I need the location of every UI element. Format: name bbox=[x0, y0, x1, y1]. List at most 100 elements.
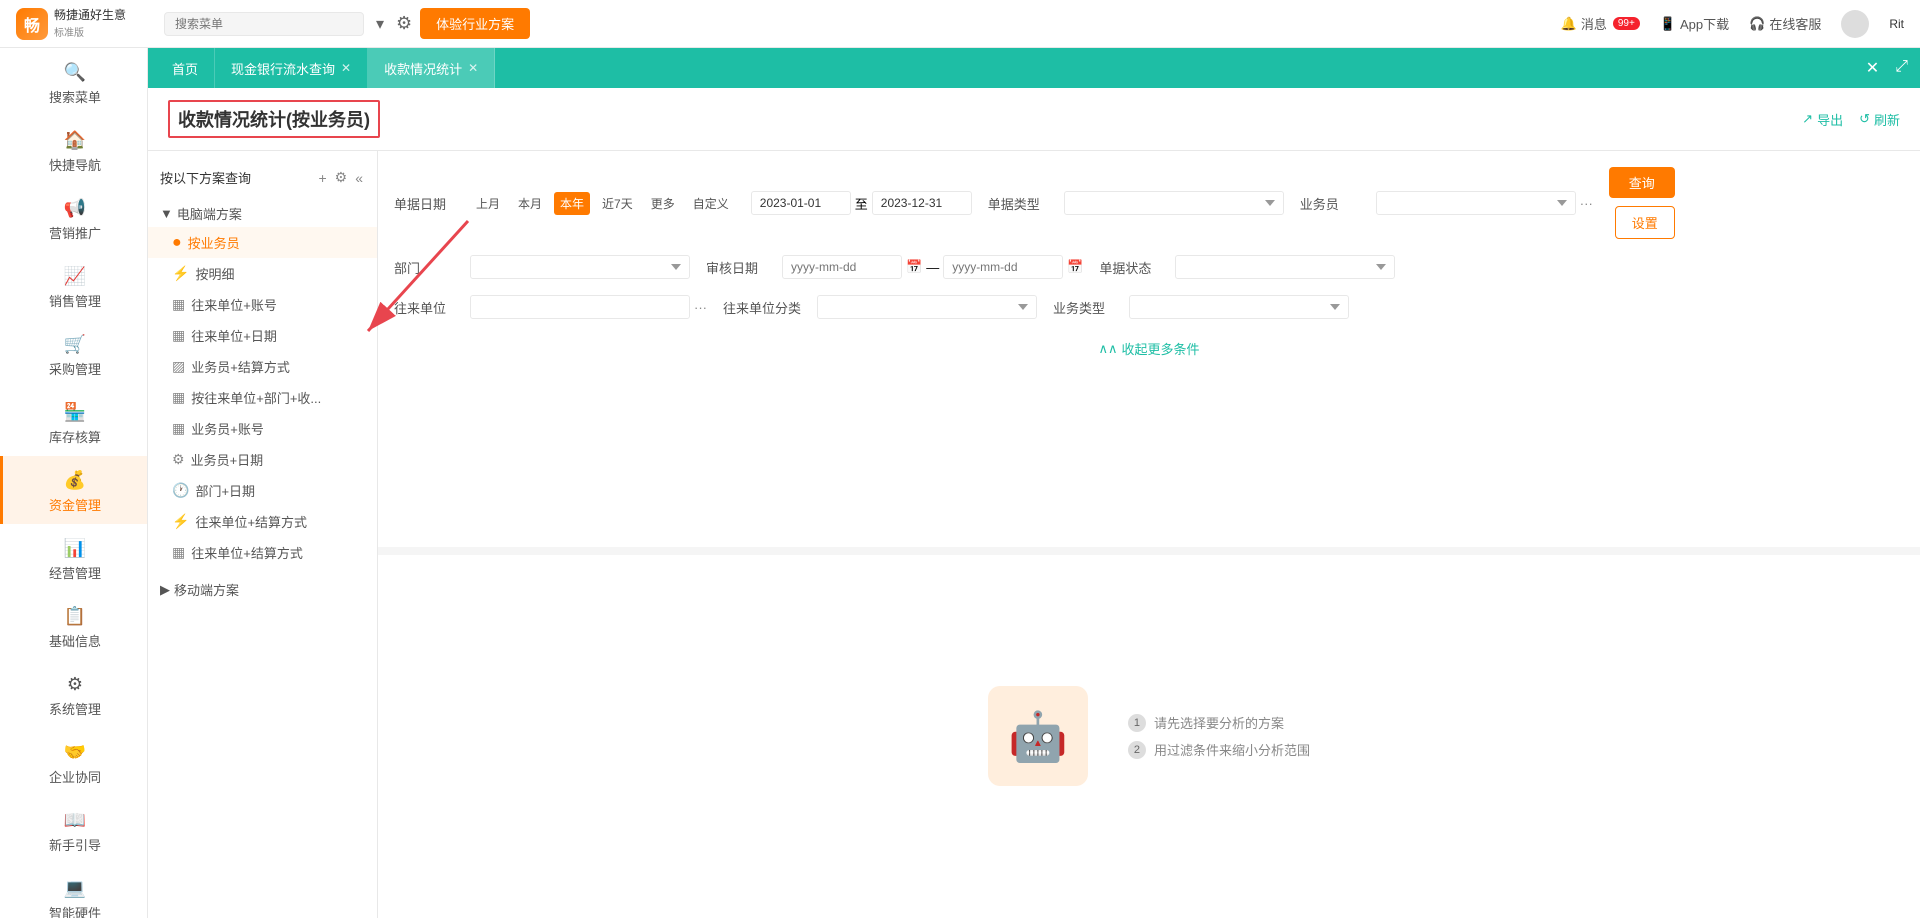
salesperson-more-btn[interactable]: ··· bbox=[1580, 196, 1593, 211]
download-icon: 📱 bbox=[1660, 16, 1676, 32]
header-search-input[interactable] bbox=[164, 12, 364, 36]
tab-home[interactable]: 首页 bbox=[156, 48, 215, 88]
biz-type-select[interactable] bbox=[1129, 295, 1349, 319]
date-range-input: 至 bbox=[751, 191, 972, 215]
page-header: 收款情况统计(按业务员) ↗ 导出 ↺ 刷新 bbox=[148, 88, 1920, 151]
scheme-item-partner-account[interactable]: ▦ 往来单位+账号 bbox=[148, 289, 377, 320]
purchase-icon: 🛒 bbox=[64, 334, 86, 355]
date-to-input[interactable] bbox=[872, 191, 972, 215]
calendar-from-icon[interactable]: 📅 bbox=[906, 259, 922, 275]
refresh-btn[interactable]: ↺ 刷新 bbox=[1859, 110, 1900, 129]
tab-expand-icon[interactable]: ⤢ bbox=[1891, 54, 1912, 82]
date-label: 单据日期 bbox=[394, 194, 454, 213]
scheme-item-partner-date[interactable]: ▦ 往来单位+日期 bbox=[148, 320, 377, 351]
header-gear-btn[interactable]: ⚙ bbox=[396, 13, 412, 34]
scheme-item-dept-date[interactable]: 🕐 部门+日期 bbox=[148, 475, 377, 506]
salesperson-select[interactable] bbox=[1376, 191, 1576, 215]
chevron-right-icon: ▶ bbox=[160, 582, 170, 598]
scheme-item-detail[interactable]: ⚡ 按明细 bbox=[148, 258, 377, 289]
date-btn-this-year[interactable]: 本年 bbox=[554, 192, 590, 215]
clock-icon: 🕐 bbox=[172, 482, 189, 499]
dept-select-wrap bbox=[470, 255, 690, 279]
scheme-item-salesperson-settle[interactable]: ▨ 业务员+结算方式 bbox=[148, 351, 377, 382]
sidebar-item-inventory[interactable]: 🏪 库存核算 bbox=[0, 388, 147, 456]
trial-btn[interactable]: 体验行业方案 bbox=[420, 8, 530, 39]
add-scheme-btn[interactable]: + bbox=[316, 167, 328, 188]
messages-btn[interactable]: 🔔 消息 99+ bbox=[1561, 14, 1640, 33]
partner-category-select-wrap bbox=[817, 295, 1037, 319]
set-btn[interactable]: 设置 bbox=[1615, 206, 1675, 239]
sidebar-item-purchase[interactable]: 🛒 采购管理 bbox=[0, 320, 147, 388]
tip-item-1: 1 请先选择要分析的方案 bbox=[1128, 713, 1310, 732]
sidebar-label-search: 搜索菜单 bbox=[49, 87, 101, 106]
sidebar-item-guide[interactable]: 📖 新手引导 bbox=[0, 796, 147, 864]
scheme-item-partner-settle1[interactable]: ⚡ 往来单位+结算方式 bbox=[148, 506, 377, 537]
sidebar-item-marketing[interactable]: 📢 营销推广 bbox=[0, 184, 147, 252]
audit-date-to-input[interactable] bbox=[943, 255, 1063, 279]
calendar-to-icon[interactable]: 📅 bbox=[1067, 259, 1083, 275]
scheme-item-salesperson-date[interactable]: ⚙ 业务员+日期 bbox=[148, 444, 377, 475]
mobile-scheme-title[interactable]: ▶ 移动端方案 bbox=[148, 576, 377, 603]
date-btn-this-month[interactable]: 本月 bbox=[512, 192, 548, 215]
tip-num-2: 2 bbox=[1128, 741, 1146, 759]
tab-collection-stats-close[interactable]: ✕ bbox=[468, 61, 478, 75]
sidebar-item-search[interactable]: 🔍 搜索菜单 bbox=[0, 48, 147, 116]
dept-select[interactable] bbox=[470, 255, 690, 279]
date-btn-more[interactable]: 更多 bbox=[645, 192, 681, 215]
sidebar-item-collab[interactable]: 🤝 企业协同 bbox=[0, 728, 147, 796]
date-from-input[interactable] bbox=[751, 191, 851, 215]
left-panel: 按以下方案查询 + ⚙ « ▼ 电脑端方案 bbox=[148, 151, 378, 918]
sidebar-item-hardware[interactable]: 💻 智能硬件 bbox=[0, 864, 147, 918]
scheme-item-partner-settle2[interactable]: ▦ 往来单位+结算方式 bbox=[148, 537, 377, 568]
partner-label: 往来单位 bbox=[394, 298, 454, 317]
query-btn[interactable]: 查询 bbox=[1609, 167, 1675, 198]
chevron-up-icon: ∧∧ bbox=[1098, 341, 1117, 357]
partner-category-select[interactable] bbox=[817, 295, 1037, 319]
tip-item-2: 2 用过滤条件来缩小分析范围 bbox=[1128, 740, 1310, 759]
date-btn-last-month[interactable]: 上月 bbox=[470, 192, 506, 215]
doc-status-select[interactable] bbox=[1175, 255, 1395, 279]
export-btn[interactable]: ↗ 导出 bbox=[1802, 110, 1843, 129]
app-download-btn[interactable]: 📱 App下载 bbox=[1660, 14, 1729, 33]
lightning-icon: ⚡ bbox=[172, 265, 189, 282]
export-icon: ↗ bbox=[1802, 111, 1813, 127]
header-dropdown-btn[interactable]: ▾ bbox=[372, 10, 388, 38]
desktop-scheme-section: ▼ 电脑端方案 ● 按业务员 ⚡ 按明细 bbox=[148, 196, 377, 572]
audit-date-from-input[interactable] bbox=[782, 255, 902, 279]
user-avatar[interactable] bbox=[1841, 10, 1869, 38]
sidebar-item-operations[interactable]: 📊 经营管理 bbox=[0, 524, 147, 592]
collapse-panel-btn[interactable]: « bbox=[353, 167, 365, 188]
scheme-item-salesperson-account[interactable]: ▦ 业务员+账号 bbox=[148, 413, 377, 444]
basic-icon: 📋 bbox=[64, 606, 86, 627]
partner-input[interactable] bbox=[470, 295, 690, 319]
date-btn-7days[interactable]: 近7天 bbox=[596, 192, 639, 215]
partner-more-btn[interactable]: ··· bbox=[694, 300, 707, 315]
customer-service-btn[interactable]: 🎧 在线客服 bbox=[1749, 14, 1821, 33]
username-display: Rit bbox=[1889, 17, 1904, 31]
sidebar-label-operations: 经营管理 bbox=[49, 563, 101, 582]
scheme-settings-btn[interactable]: ⚙ bbox=[333, 167, 350, 188]
filter-row-3: 往来单位 ··· 往来单位分类 bbox=[394, 295, 1904, 319]
sidebar-item-quicknav[interactable]: 🏠 快捷导航 bbox=[0, 116, 147, 184]
desktop-scheme-title[interactable]: ▼ 电脑端方案 bbox=[148, 200, 377, 227]
grid3-icon: ▦ bbox=[172, 389, 185, 406]
left-panel-header: 按以下方案查询 + ⚙ « bbox=[148, 159, 377, 196]
sidebar-item-finance[interactable]: 💰 资金管理 bbox=[0, 456, 147, 524]
collapse-more-btn[interactable]: ∧∧ 收起更多条件 bbox=[1090, 335, 1207, 362]
sidebar-label-sales: 销售管理 bbox=[49, 291, 101, 310]
type-label: 单据类型 bbox=[988, 194, 1048, 213]
logo-badge: 标准版 bbox=[54, 24, 126, 39]
tab-cash-flow-close[interactable]: ✕ bbox=[341, 61, 351, 75]
scheme-item-salesperson[interactable]: ● 按业务员 bbox=[148, 227, 377, 258]
sidebar-item-sales[interactable]: 📈 销售管理 bbox=[0, 252, 147, 320]
type-select[interactable] bbox=[1064, 191, 1284, 215]
tip-num-1: 1 bbox=[1128, 714, 1146, 732]
tab-cash-flow[interactable]: 现金银行流水查询 ✕ bbox=[215, 48, 368, 88]
sidebar-label-guide: 新手引导 bbox=[49, 835, 101, 854]
tab-collection-stats[interactable]: 收款情况统计 ✕ bbox=[368, 48, 495, 88]
tab-close-all-icon[interactable]: ✕ bbox=[1862, 54, 1883, 82]
scheme-item-partner-dept[interactable]: ▦ 按往来单位+部门+收... bbox=[148, 382, 377, 413]
date-btn-custom[interactable]: 自定义 bbox=[687, 192, 735, 215]
sidebar-item-basic[interactable]: 📋 基础信息 bbox=[0, 592, 147, 660]
sidebar-item-system[interactable]: ⚙ 系统管理 bbox=[0, 660, 147, 728]
